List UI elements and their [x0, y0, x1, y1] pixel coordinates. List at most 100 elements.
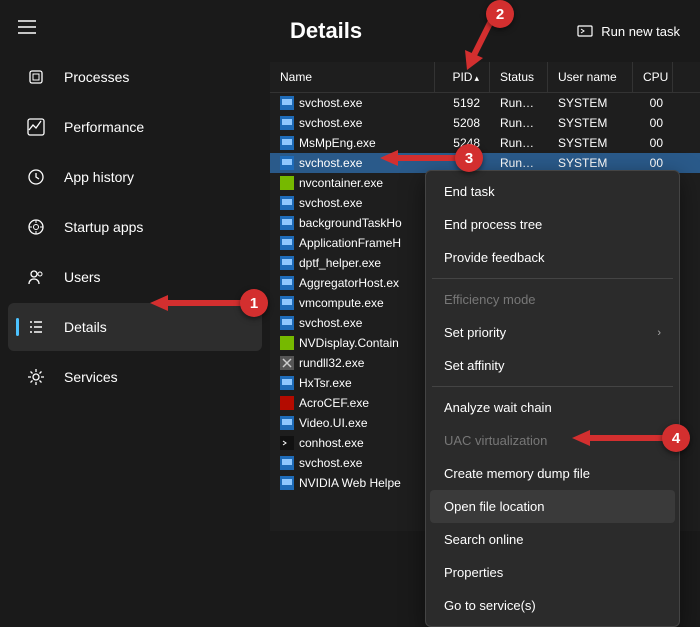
nav-users[interactable]: Users [8, 253, 262, 301]
process-icon [280, 176, 294, 190]
cell-name: AggregatorHost.ex [270, 274, 435, 292]
annotation-badge: 4 [662, 424, 690, 452]
cell-name: NVDisplay.Contain [270, 334, 435, 352]
titlebar: Details Run new task [270, 0, 700, 62]
process-icon [280, 416, 294, 430]
chevron-right-icon: › [657, 327, 661, 339]
col-name[interactable]: Name [270, 62, 435, 92]
nav-performance[interactable]: Performance [8, 103, 262, 151]
cell-name: conhost.exe [270, 434, 435, 452]
nav-app-history[interactable]: App history [8, 153, 262, 201]
nav-label: Details [64, 319, 107, 335]
processes-icon [26, 67, 46, 87]
process-icon [280, 216, 294, 230]
process-icon [280, 116, 294, 130]
nav-label: Startup apps [64, 219, 143, 235]
menu-properties[interactable]: Properties [430, 556, 675, 589]
menu-create-dump[interactable]: Create memory dump file [430, 457, 675, 490]
nav-details[interactable]: Details [8, 303, 262, 351]
run-task-label: Run new task [601, 24, 680, 39]
cell-cpu: 00 [633, 134, 673, 152]
process-icon [280, 196, 294, 210]
run-new-task-button[interactable]: Run new task [577, 23, 680, 39]
cell-status: Runni... [490, 114, 548, 132]
nav-label: Performance [64, 119, 144, 135]
col-status[interactable]: Status [490, 62, 548, 92]
menu-end-task[interactable]: End task [430, 175, 675, 208]
table-row[interactable]: svchost.exe5208Runni...SYSTEM00 [270, 113, 700, 133]
process-icon [280, 336, 294, 350]
startup-icon [26, 217, 46, 237]
menu-open-file-location[interactable]: Open file location [430, 490, 675, 523]
nav-startup-apps[interactable]: Startup apps [8, 203, 262, 251]
process-icon [280, 276, 294, 290]
cell-name: backgroundTaskHo [270, 214, 435, 232]
col-user[interactable]: User name [548, 62, 633, 92]
cell-name: Video.UI.exe [270, 414, 435, 432]
process-icon [280, 356, 294, 370]
cell-user: SYSTEM [548, 94, 633, 112]
history-icon [26, 167, 46, 187]
process-icon [280, 376, 294, 390]
process-icon [280, 316, 294, 330]
cell-pid: 5192 [435, 94, 490, 112]
process-icon [280, 396, 294, 410]
cell-name: svchost.exe [270, 454, 435, 472]
menu-uac-virtualization: UAC virtualization [430, 424, 675, 457]
nav-label: Processes [64, 69, 129, 85]
performance-icon [26, 117, 46, 137]
annotation-badge: 2 [486, 0, 514, 28]
process-icon [280, 476, 294, 490]
process-icon [280, 236, 294, 250]
col-pid[interactable]: PID▴ [435, 62, 490, 92]
run-task-icon [577, 23, 593, 39]
cell-name: svchost.exe [270, 194, 435, 212]
process-icon [280, 456, 294, 470]
annotation-badge: 3 [455, 144, 483, 172]
cell-name: rundll32.exe [270, 354, 435, 372]
users-icon [26, 267, 46, 287]
annotation-badge: 1 [240, 289, 268, 317]
process-icon [280, 96, 294, 110]
nav-services[interactable]: Services [8, 353, 262, 401]
menu-separator [432, 386, 673, 387]
cell-name: dptf_helper.exe [270, 254, 435, 272]
cell-name: svchost.exe [270, 314, 435, 332]
cell-name: MsMpEng.exe [270, 134, 435, 152]
cell-name: svchost.exe [270, 114, 435, 132]
process-icon [280, 296, 294, 310]
nav-processes[interactable]: Processes [8, 53, 262, 101]
services-icon [26, 367, 46, 387]
cell-name: HxTsr.exe [270, 374, 435, 392]
page-title: Details [290, 18, 362, 44]
cell-status: Runni... [490, 134, 548, 152]
cell-name: svchost.exe [270, 94, 435, 112]
cell-cpu: 00 [633, 114, 673, 132]
menu-end-process-tree[interactable]: End process tree [430, 208, 675, 241]
details-icon [26, 317, 46, 337]
cell-cpu: 00 [633, 94, 673, 112]
nav-label: App history [64, 169, 134, 185]
menu-search-online[interactable]: Search online [430, 523, 675, 556]
cell-name: vmcompute.exe [270, 294, 435, 312]
cell-name: AcroCEF.exe [270, 394, 435, 412]
sort-arrow-icon: ▴ [474, 73, 479, 83]
menu-goto-service[interactable]: Go to service(s) [430, 589, 675, 622]
cell-name: svchost.exe [270, 154, 435, 172]
table-row[interactable]: MsMpEng.exe5248Runni...SYSTEM00 [270, 133, 700, 153]
menu-set-priority[interactable]: Set priority› [430, 316, 675, 349]
hamburger-menu[interactable] [0, 8, 270, 51]
menu-set-affinity[interactable]: Set affinity [430, 349, 675, 382]
cell-name: ApplicationFrameH [270, 234, 435, 252]
menu-separator [432, 278, 673, 279]
process-icon [280, 256, 294, 270]
menu-analyze-wait-chain[interactable]: Analyze wait chain [430, 391, 675, 424]
process-icon [280, 136, 294, 150]
col-cpu[interactable]: CPU [633, 62, 673, 92]
menu-provide-feedback[interactable]: Provide feedback [430, 241, 675, 274]
process-icon [280, 436, 294, 450]
menu-efficiency-mode: Efficiency mode [430, 283, 675, 316]
cell-name: NVIDIA Web Helpe [270, 474, 435, 492]
cell-status: Runni... [490, 94, 548, 112]
table-row[interactable]: svchost.exe5192Runni...SYSTEM00 [270, 93, 700, 113]
